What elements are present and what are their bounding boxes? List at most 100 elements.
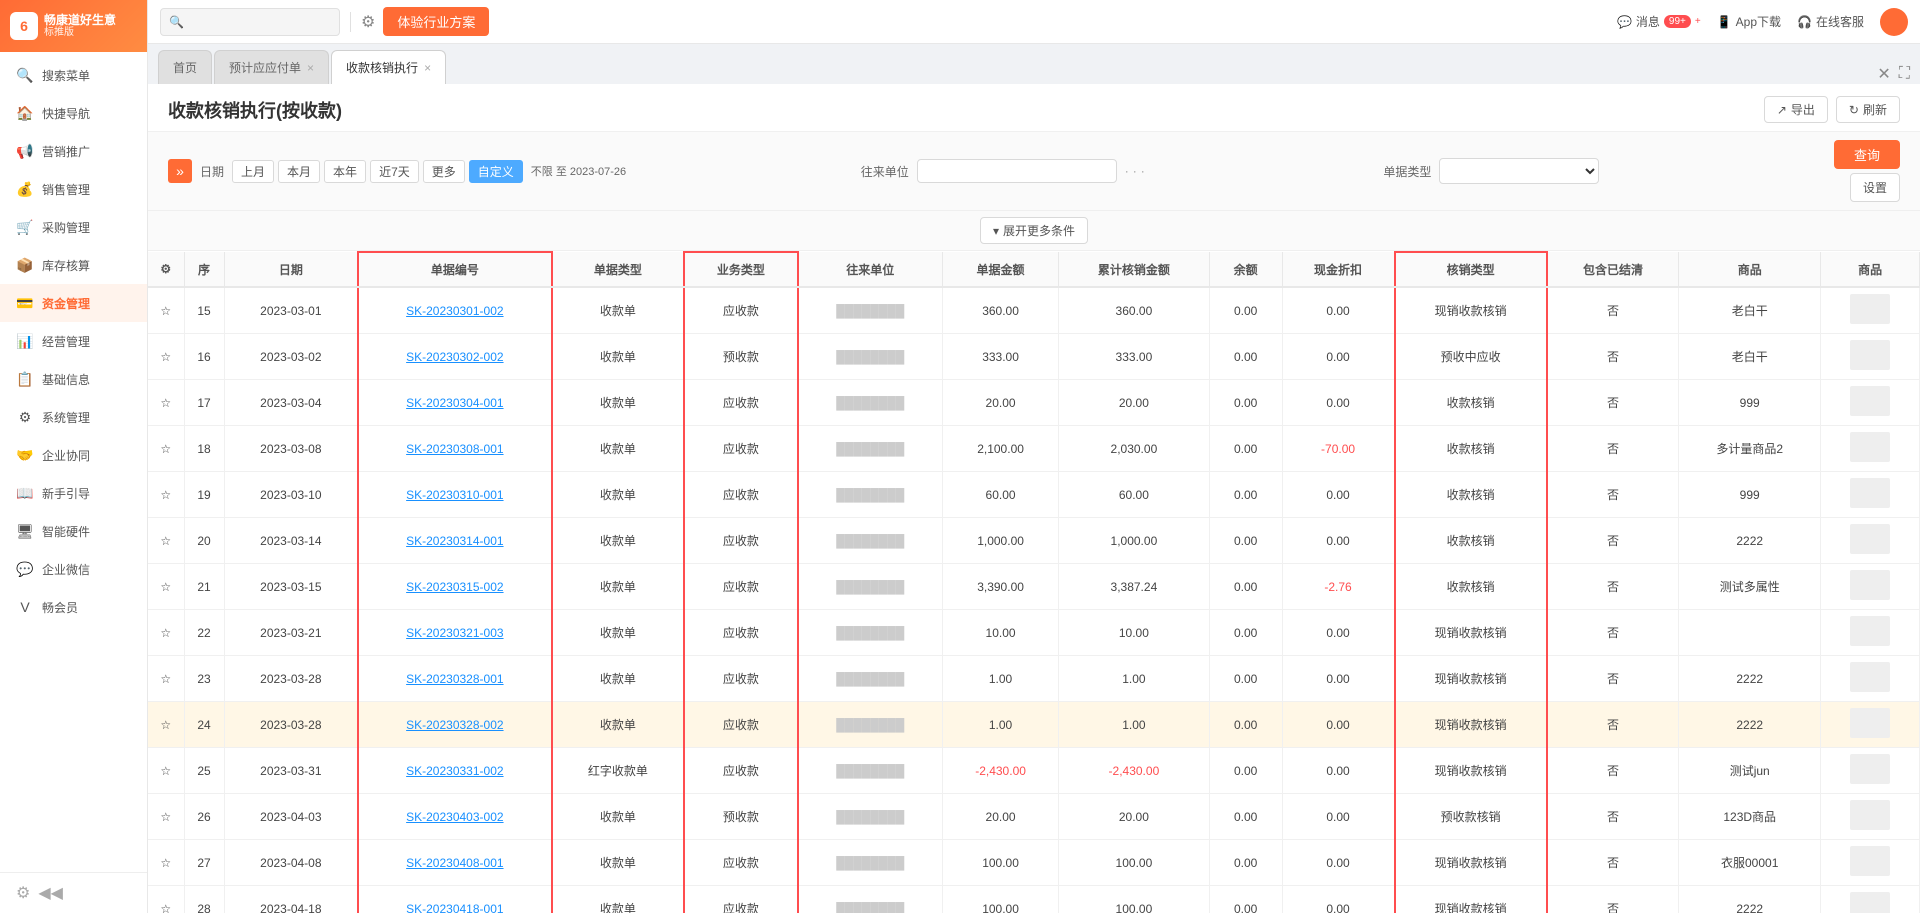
- collapse-icon[interactable]: ◀◀: [38, 883, 63, 903]
- sidebar-item-finance[interactable]: 💳 资金管理: [0, 284, 147, 322]
- cell-product: 老白干: [1679, 287, 1821, 334]
- sidebar-item-wechat[interactable]: 💬 企业微信: [0, 550, 147, 588]
- cell-gear[interactable]: ☆: [148, 748, 184, 794]
- cell-gear[interactable]: ☆: [148, 472, 184, 518]
- table-row: ☆ 21 2023-03-15 SK-20230315-002 收款单 应收款 …: [148, 564, 1920, 610]
- cell-partner: ████████: [798, 702, 943, 748]
- cell-gear[interactable]: ☆: [148, 702, 184, 748]
- cell-biz-type: 应收款: [684, 610, 797, 656]
- cell-include-settled: 否: [1547, 334, 1679, 380]
- cell-gear[interactable]: ☆: [148, 840, 184, 886]
- bill-no-link[interactable]: SK-20230328-002: [406, 718, 503, 732]
- bill-no-link[interactable]: SK-20230315-002: [406, 580, 503, 594]
- sidebar-item-system[interactable]: ⚙ 系统管理: [0, 398, 147, 436]
- query-button[interactable]: 查询: [1834, 140, 1900, 169]
- cell-bill-no[interactable]: SK-20230308-001: [358, 426, 551, 472]
- partner-filter-input[interactable]: [917, 159, 1117, 183]
- cell-partner: ████████: [798, 656, 943, 702]
- this-month-btn[interactable]: 本月: [278, 160, 320, 183]
- bill-no-link[interactable]: SK-20230331-002: [406, 764, 503, 778]
- bill-no-link[interactable]: SK-20230403-002: [406, 810, 503, 824]
- gear-icon[interactable]: ⚙: [361, 12, 375, 32]
- bill-no-link[interactable]: SK-20230308-001: [406, 442, 503, 456]
- tab-expand-icon[interactable]: ⛶: [1899, 65, 1910, 83]
- bill-no-link[interactable]: SK-20230310-001: [406, 488, 503, 502]
- bill-no-link[interactable]: SK-20230314-001: [406, 534, 503, 548]
- col-header-total-cancel: 累计核销金额: [1059, 252, 1210, 287]
- cell-bill-no[interactable]: SK-20230315-002: [358, 564, 551, 610]
- user-avatar[interactable]: [1880, 8, 1908, 36]
- cell-gear[interactable]: ☆: [148, 334, 184, 380]
- sidebar-item-sales[interactable]: 💰 销售管理: [0, 170, 147, 208]
- cell-gear[interactable]: ☆: [148, 380, 184, 426]
- top-search-box[interactable]: 🔍: [160, 8, 340, 36]
- sidebar-item-purchase[interactable]: 🛒 采购管理: [0, 208, 147, 246]
- sidebar-item-guide[interactable]: 📖 新手引导: [0, 474, 147, 512]
- sidebar-item-basic[interactable]: 📋 基础信息: [0, 360, 147, 398]
- cell-bill-no[interactable]: SK-20230328-001: [358, 656, 551, 702]
- cell-bill-no[interactable]: SK-20230301-002: [358, 287, 551, 334]
- cell-bill-no[interactable]: SK-20230321-003: [358, 610, 551, 656]
- online-service-item[interactable]: 🎧 在线客服: [1797, 13, 1864, 30]
- sidebar-item-search[interactable]: 🔍 搜索菜单: [0, 56, 147, 94]
- last7days-btn[interactable]: 近7天: [370, 160, 419, 183]
- cell-bill-no[interactable]: SK-20230403-002: [358, 794, 551, 840]
- sidebar-item-inventory[interactable]: 📦 库存核算: [0, 246, 147, 284]
- sidebar-item-operation[interactable]: 📊 经营管理: [0, 322, 147, 360]
- tab-prepaid[interactable]: 预计应应付单 ×: [214, 50, 329, 84]
- tab-prepaid-close[interactable]: ×: [307, 61, 314, 75]
- cell-gear[interactable]: ☆: [148, 886, 184, 913]
- this-year-btn[interactable]: 本年: [324, 160, 366, 183]
- tab-close-all-icon[interactable]: ✕: [1877, 64, 1890, 84]
- cell-bill-no[interactable]: SK-20230304-001: [358, 380, 551, 426]
- cell-gear[interactable]: ☆: [148, 610, 184, 656]
- cell-gear[interactable]: ☆: [148, 794, 184, 840]
- cell-gear[interactable]: ☆: [148, 518, 184, 564]
- cell-bill-no[interactable]: SK-20230310-001: [358, 472, 551, 518]
- bill-no-link[interactable]: SK-20230301-002: [406, 304, 503, 318]
- cell-gear[interactable]: ☆: [148, 656, 184, 702]
- bill-no-link[interactable]: SK-20230302-002: [406, 350, 503, 364]
- tab-receipt-close[interactable]: ×: [424, 61, 431, 75]
- cell-bill-no[interactable]: SK-20230302-002: [358, 334, 551, 380]
- more-date-btn[interactable]: 更多: [423, 160, 465, 183]
- cell-bill-no[interactable]: SK-20230418-001: [358, 886, 551, 913]
- bill-no-link[interactable]: SK-20230418-001: [406, 902, 503, 913]
- cell-product2: [1821, 794, 1920, 840]
- tab-receipt[interactable]: 收款核销执行 ×: [331, 50, 446, 84]
- last-month-btn[interactable]: 上月: [232, 160, 274, 183]
- cell-bill-no[interactable]: SK-20230408-001: [358, 840, 551, 886]
- sidebar-item-collab[interactable]: 🤝 企业协同: [0, 436, 147, 474]
- cell-bill-no[interactable]: SK-20230328-002: [358, 702, 551, 748]
- export-button[interactable]: ↗ 导出: [1764, 96, 1828, 123]
- cell-bill-no[interactable]: SK-20230314-001: [358, 518, 551, 564]
- online-service-icon: 🎧: [1797, 15, 1812, 29]
- industry-solution-button[interactable]: 体验行业方案: [383, 7, 489, 36]
- app-download-item[interactable]: 📱 App下载: [1717, 13, 1781, 30]
- cell-date: 2023-03-08: [224, 426, 358, 472]
- refresh-button[interactable]: ↻ 刷新: [1836, 96, 1900, 123]
- filter-collapse-button[interactable]: »: [168, 159, 192, 183]
- cell-gear[interactable]: ☆: [148, 564, 184, 610]
- receipt-type-select[interactable]: [1439, 158, 1599, 184]
- cell-bill-no[interactable]: SK-20230331-002: [358, 748, 551, 794]
- sidebar-item-marketing[interactable]: 📢 营销推广: [0, 132, 147, 170]
- settings-icon[interactable]: ⚙: [16, 883, 30, 903]
- bill-no-link[interactable]: SK-20230408-001: [406, 856, 503, 870]
- bill-no-link[interactable]: SK-20230304-001: [406, 396, 503, 410]
- cell-gear[interactable]: ☆: [148, 287, 184, 334]
- sidebar-item-shortcut[interactable]: 🏠 快捷导航: [0, 94, 147, 132]
- cell-total-cancel: 360.00: [1059, 287, 1210, 334]
- sidebar-item-hardware[interactable]: 🖥 智能硬件: [0, 512, 147, 550]
- custom-date-btn[interactable]: 自定义: [469, 160, 523, 183]
- cell-gear[interactable]: ☆: [148, 426, 184, 472]
- sidebar-item-member[interactable]: V 畅会员: [0, 588, 147, 626]
- expand-more-button[interactable]: ▾ 展开更多条件: [980, 217, 1088, 244]
- tab-home[interactable]: 首页: [158, 50, 212, 84]
- bill-no-link[interactable]: SK-20230321-003: [406, 626, 503, 640]
- notification-item[interactable]: 💬 消息 99+ +: [1617, 13, 1701, 30]
- col-header-gear[interactable]: ⚙: [148, 252, 184, 287]
- cell-product: 2222: [1679, 702, 1821, 748]
- bill-no-link[interactable]: SK-20230328-001: [406, 672, 503, 686]
- filter-settings-button[interactable]: 设置: [1850, 173, 1900, 202]
